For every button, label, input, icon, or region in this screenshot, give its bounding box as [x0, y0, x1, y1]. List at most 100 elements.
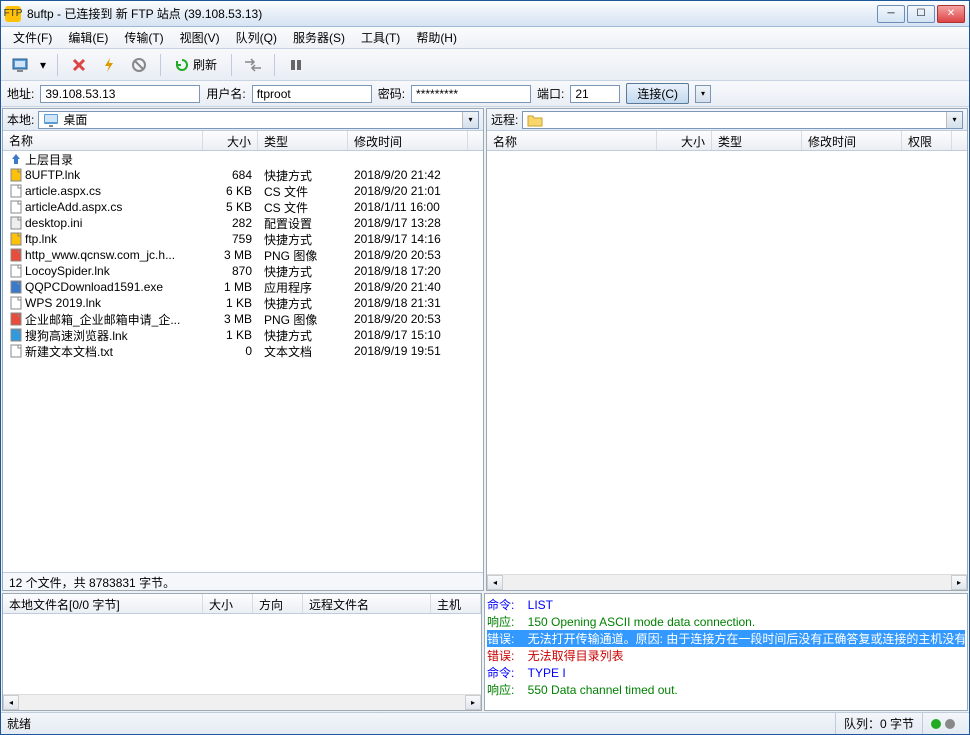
computer-icon — [11, 56, 29, 74]
file-icon — [9, 232, 23, 246]
list-item[interactable]: http_www.qcnsw.com_jc.h...3 MBPNG 图像2018… — [3, 247, 483, 263]
menu-item[interactable]: 编辑(E) — [60, 27, 116, 48]
file-date: 2018/9/17 15:10 — [348, 328, 468, 342]
transfer-mode-button[interactable] — [240, 52, 266, 78]
log-line: 命令: TYPE I — [487, 664, 965, 681]
local-list-body[interactable]: 上层目录 8UFTP.lnk684快捷方式2018/9/20 21:42arti… — [3, 151, 483, 572]
menu-item[interactable]: 队列(Q) — [228, 27, 285, 48]
col-size-header[interactable]: 大小 — [657, 131, 712, 150]
menu-item[interactable]: 传输(T) — [116, 27, 171, 48]
minimize-button[interactable]: ─ — [877, 5, 905, 23]
list-item[interactable]: 新建文本文档.txt0文本文档2018/9/19 19:51 — [3, 343, 483, 359]
local-path-combo[interactable]: 桌面 ▾ — [38, 111, 479, 129]
file-size: 5 KB — [203, 200, 258, 214]
pass-input[interactable] — [411, 85, 531, 103]
reconnect-button[interactable] — [96, 52, 122, 78]
parent-dir-row[interactable]: 上层目录 — [3, 151, 483, 167]
list-item[interactable]: ftp.lnk759快捷方式2018/9/17 14:16 — [3, 231, 483, 247]
remote-list-body[interactable] — [487, 151, 967, 574]
list-item[interactable]: QQPCDownload1591.exe1 MB应用程序2018/9/20 21… — [3, 279, 483, 295]
file-icon — [9, 248, 23, 262]
col-name-header[interactable]: 名称 — [487, 131, 657, 150]
menu-item[interactable]: 视图(V) — [172, 27, 228, 48]
chevron-down-icon[interactable]: ▾ — [946, 112, 962, 128]
address-label: 地址: — [7, 85, 34, 102]
menu-item[interactable]: 工具(T) — [353, 27, 408, 48]
refresh-button[interactable]: 刷新 — [169, 52, 223, 78]
log-line: 响应: 550 Data channel timed out. — [487, 681, 965, 698]
file-date: 2018/9/20 20:53 — [348, 312, 468, 326]
address-input[interactable] — [40, 85, 200, 103]
menu-item[interactable]: 服务器(S) — [285, 27, 353, 48]
scroll-right-button[interactable]: ▸ — [465, 695, 481, 710]
file-name: ftp.lnk — [25, 232, 57, 246]
col-name-header[interactable]: 名称 — [3, 131, 203, 150]
menu-item[interactable]: 文件(F) — [5, 27, 60, 48]
remote-path-label: 远程: — [491, 111, 518, 128]
file-size: 0 — [203, 344, 258, 358]
file-type: 应用程序 — [258, 279, 348, 296]
file-name: QQPCDownload1591.exe — [25, 280, 163, 294]
queue-remote-header[interactable]: 远程文件名 — [303, 594, 431, 613]
remote-hscroll[interactable]: ◂ ▸ — [487, 574, 967, 590]
file-type: 快捷方式 — [258, 167, 348, 184]
statusbar: 就绪 队列：0 字节 — [1, 712, 969, 734]
connect-button[interactable]: 连接(C) — [626, 83, 689, 104]
queue-host-header[interactable]: 主机 — [431, 594, 481, 613]
window-title: 8uftp - 已连接到 新 FTP 站点 (39.108.53.13) — [27, 5, 877, 22]
list-item[interactable]: 企业邮箱_企业邮箱申请_企...3 MBPNG 图像2018/9/20 20:5… — [3, 311, 483, 327]
scroll-right-button[interactable]: ▸ — [951, 575, 967, 590]
abort-button[interactable] — [126, 52, 152, 78]
scroll-left-button[interactable]: ◂ — [487, 575, 503, 590]
remote-list-header: 名称 大小 类型 修改时间 权限 — [487, 131, 967, 151]
file-date: 2018/9/20 21:42 — [348, 168, 468, 182]
file-type: CS 文件 — [258, 183, 348, 200]
pause-button[interactable] — [283, 52, 309, 78]
list-item[interactable]: LocoySpider.lnk870快捷方式2018/9/18 17:20 — [3, 263, 483, 279]
maximize-button[interactable]: ☐ — [907, 5, 935, 23]
list-item[interactable]: article.aspx.cs6 KBCS 文件2018/9/20 21:01 — [3, 183, 483, 199]
col-type-header[interactable]: 类型 — [712, 131, 802, 150]
dropdown-toggle[interactable]: ▾ — [37, 52, 49, 78]
close-button[interactable]: ✕ — [937, 5, 965, 23]
file-icon — [9, 296, 23, 310]
file-name: 搜狗高速浏览器.lnk — [25, 327, 128, 344]
col-size-header[interactable]: 大小 — [203, 131, 258, 150]
site-manager-button[interactable] — [7, 52, 33, 78]
list-item[interactable]: 搜狗高速浏览器.lnk1 KB快捷方式2018/9/17 15:10 — [3, 327, 483, 343]
queue-size-header[interactable]: 大小 — [203, 594, 253, 613]
toolbar: ▾ 刷新 — [1, 49, 969, 81]
file-icon — [9, 312, 23, 326]
log-panel[interactable]: 命令: LIST响应: 150 Opening ASCII mode data … — [484, 593, 968, 711]
col-type-header[interactable]: 类型 — [258, 131, 348, 150]
led-off-icon — [945, 719, 955, 729]
file-date: 2018/9/17 14:16 — [348, 232, 468, 246]
menu-item[interactable]: 帮助(H) — [408, 27, 465, 48]
disconnect-button[interactable] — [66, 52, 92, 78]
col-date-header[interactable]: 修改时间 — [348, 131, 468, 150]
file-size: 3 MB — [203, 312, 258, 326]
file-name: articleAdd.aspx.cs — [25, 200, 122, 214]
list-item[interactable]: WPS 2019.lnk1 KB快捷方式2018/9/18 21:31 — [3, 295, 483, 311]
list-item[interactable]: desktop.ini282配置设置2018/9/17 13:28 — [3, 215, 483, 231]
port-input[interactable] — [570, 85, 620, 103]
stop-icon — [131, 57, 147, 73]
list-item[interactable]: 8UFTP.lnk684快捷方式2018/9/20 21:42 — [3, 167, 483, 183]
queue-body[interactable] — [3, 614, 481, 694]
file-date: 2018/9/20 20:53 — [348, 248, 468, 262]
list-item[interactable]: articleAdd.aspx.cs5 KBCS 文件2018/1/11 16:… — [3, 199, 483, 215]
col-perm-header[interactable]: 权限 — [902, 131, 952, 150]
file-size: 1 MB — [203, 280, 258, 294]
queue-hscroll[interactable]: ◂ ▸ — [3, 694, 481, 710]
chevron-down-icon[interactable]: ▾ — [462, 112, 478, 128]
scroll-left-button[interactable]: ◂ — [3, 695, 19, 710]
user-input[interactable] — [252, 85, 372, 103]
monitor-icon — [43, 113, 59, 127]
queue-name-header[interactable]: 本地文件名[0/0 字节] — [3, 594, 203, 613]
connect-dropdown[interactable]: ▾ — [695, 85, 711, 103]
file-icon — [9, 264, 23, 278]
col-date-header[interactable]: 修改时间 — [802, 131, 902, 150]
remote-path-combo[interactable]: ▾ — [522, 111, 963, 129]
queue-dir-header[interactable]: 方向 — [253, 594, 303, 613]
user-label: 用户名: — [206, 85, 245, 102]
